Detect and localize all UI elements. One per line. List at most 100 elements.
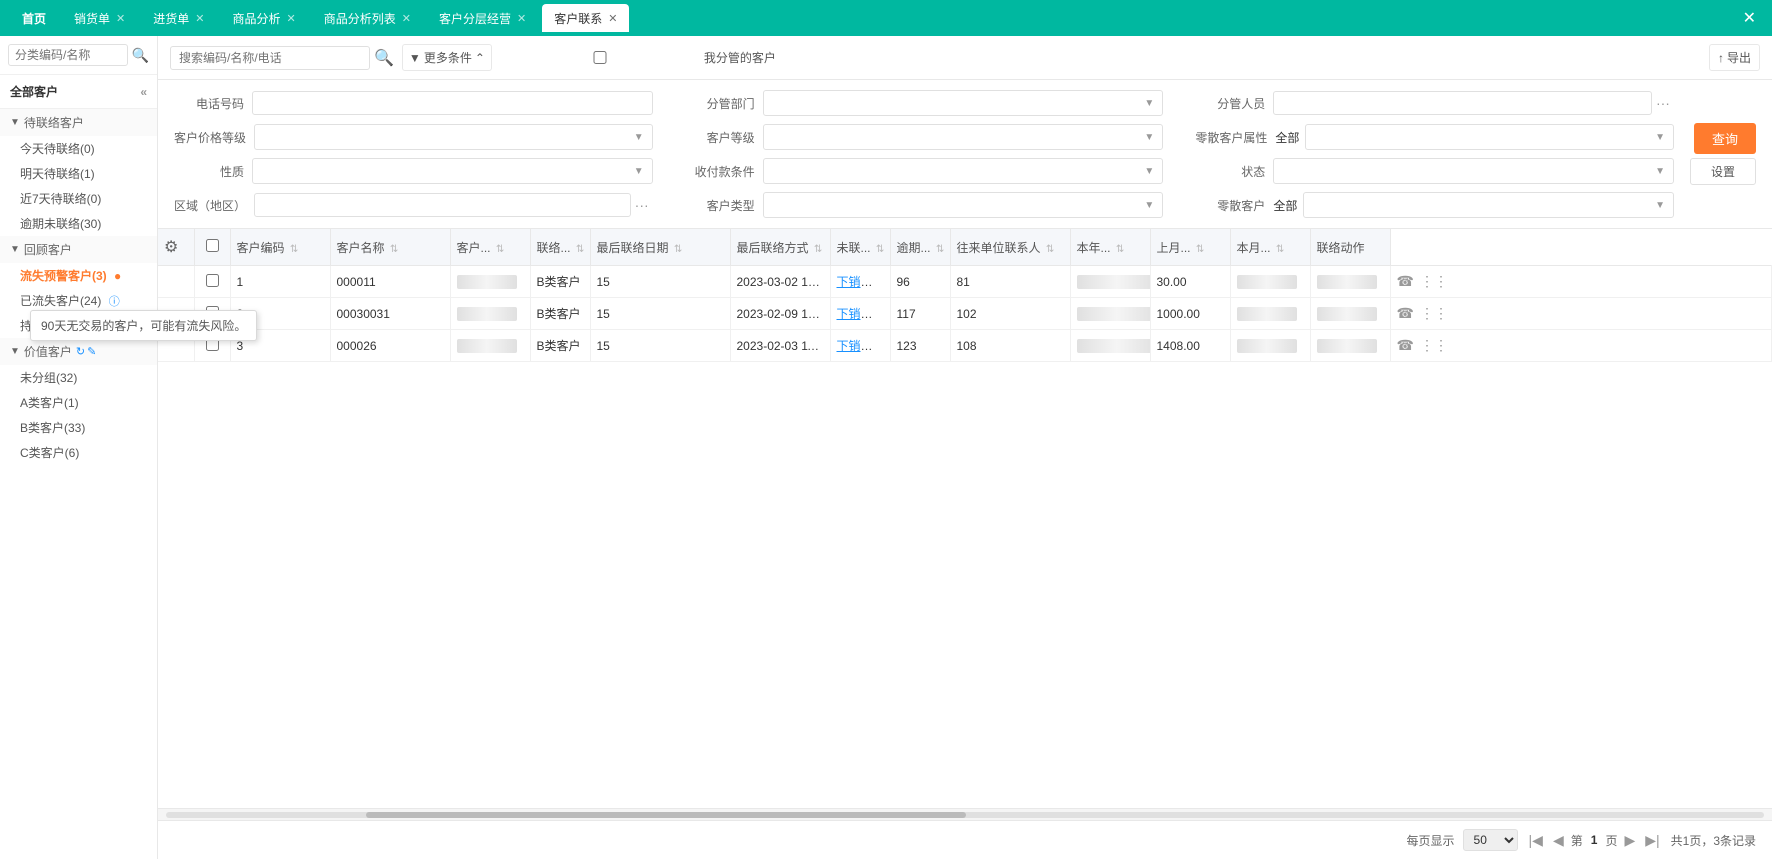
tab-customer-layer-close[interactable]: ✕ <box>517 12 526 25</box>
query-button[interactable]: 查询 <box>1694 123 1756 154</box>
action-more-icon[interactable]: ⋮⋮ <box>1420 273 1448 290</box>
filter-retail-customer-select[interactable]: ▼ <box>1303 192 1674 218</box>
no-contact-sort-icon[interactable]: ⇅ <box>876 244 884 255</box>
sidebar-search-input[interactable] <box>8 44 128 66</box>
name-sort-icon[interactable]: ⇅ <box>390 244 398 255</box>
status-chevron-icon: ▼ <box>1655 166 1665 177</box>
filter-phone-input[interactable] <box>252 91 653 115</box>
this-year-sort-icon[interactable]: ⇅ <box>1116 244 1124 255</box>
select-all-checkbox[interactable] <box>206 239 219 252</box>
filter-price-select[interactable]: ▼ <box>254 124 653 150</box>
last-date-sort-icon[interactable]: ⇅ <box>674 244 682 255</box>
area-more-icon[interactable]: ··· <box>631 197 653 213</box>
type-sort-icon[interactable]: ⇅ <box>496 244 504 255</box>
toolbar-right: ↑ 导出 <box>1709 44 1760 71</box>
overdue-sort-icon[interactable]: ⇅ <box>936 244 944 255</box>
action-phone-icon[interactable]: ☎ <box>1397 305 1414 322</box>
tab-purchase[interactable]: 进货单 ✕ <box>141 4 216 32</box>
scrollbar-thumb[interactable] <box>366 812 966 818</box>
sidebar-item-overdue[interactable]: 逾期未联络(30) <box>0 211 157 236</box>
churn-warning-indicator: ● <box>114 269 121 283</box>
export-button[interactable]: ↑ 导出 <box>1709 44 1760 71</box>
value-group-refresh-icon[interactable]: ↻ <box>76 345 85 358</box>
last-month-sort-icon[interactable]: ⇅ <box>1196 244 1204 255</box>
filter-nature-select[interactable]: ▼ <box>252 158 653 184</box>
window-close-button[interactable]: ✕ <box>1735 8 1764 28</box>
manager-more-icon[interactable]: ··· <box>1652 95 1674 111</box>
unit-contact-sort-icon[interactable]: ⇅ <box>1046 244 1054 255</box>
sidebar-search-icon[interactable]: 🔍 <box>132 47 149 64</box>
action-more-icon[interactable]: ⋮⋮ <box>1420 337 1448 354</box>
action-more-icon[interactable]: ⋮⋮ <box>1420 305 1448 322</box>
filter-retail-attr-select[interactable]: ▼ <box>1305 124 1674 150</box>
tab-purchase-close[interactable]: ✕ <box>195 12 204 25</box>
sidebar-group-value[interactable]: ▼ 价值客户 ↻ ✎ <box>0 338 157 365</box>
tab-customer-contact[interactable]: 客户联系 ✕ <box>542 4 629 32</box>
filter-area-label: 区域（地区） <box>174 197 246 214</box>
prev-page-button[interactable]: ◀ <box>1550 832 1567 849</box>
tab-product-analysis-close[interactable]: ✕ <box>287 12 296 25</box>
tab-customer-contact-close[interactable]: ✕ <box>608 12 617 25</box>
code-sort-icon[interactable]: ⇅ <box>290 244 298 255</box>
filter-customer-type-select[interactable]: ▼ <box>763 192 1164 218</box>
sidebar-item-churn-warning[interactable]: 流失预警客户(3) ● <box>0 263 157 288</box>
filter-level-select[interactable]: ▼ <box>763 124 1164 150</box>
table-row: 2 00030031 B类客户 15 2023-02-09 19:52: 下销货… <box>158 298 1772 330</box>
action-phone-icon[interactable]: ☎ <box>1397 273 1414 290</box>
filter-status-select[interactable]: ▼ <box>1273 158 1674 184</box>
sidebar-item-7days[interactable]: 近7天待联络(0) <box>0 186 157 211</box>
row-checkbox[interactable] <box>206 274 219 287</box>
sidebar-item-a-class[interactable]: A类客户(1) <box>0 390 157 415</box>
sidebar-item-today[interactable]: 今天待联络(0) <box>0 136 157 161</box>
search-button[interactable]: 🔍 <box>374 48 394 68</box>
filter-payment: 收付款条件 ▼ <box>685 158 1164 184</box>
sidebar-group-pending[interactable]: ▼ 待联络客户 <box>0 109 157 136</box>
first-page-button[interactable]: |◀ <box>1526 832 1546 849</box>
column-settings-icon[interactable]: ⚙ <box>164 239 178 256</box>
sidebar-item-c-class[interactable]: C类客户(6) <box>0 440 157 465</box>
settings-button[interactable]: 设置 <box>1690 158 1756 185</box>
last-page-button[interactable]: ▶| <box>1642 832 1662 849</box>
row-last-method: 下销货单 <box>830 330 890 362</box>
tab-product-list[interactable]: 商品分析列表 ✕ <box>312 4 423 32</box>
sidebar-item-ungrouped[interactable]: 未分组(32) <box>0 365 157 390</box>
sidebar-item-tomorrow[interactable]: 明天待联络(1) <box>0 161 157 186</box>
next-page-button[interactable]: ▶ <box>1621 832 1638 849</box>
th-checkbox <box>194 229 230 266</box>
filter-retail-customer: 零散客户 全部 ▼ <box>1195 192 1674 218</box>
my-customers-label: 我分管的客户 <box>704 49 776 66</box>
sidebar-item-b-class[interactable]: B类客户(33) <box>0 415 157 440</box>
page-size-select[interactable]: 50 100 200 <box>1463 829 1518 851</box>
tab-product-list-close[interactable]: ✕ <box>402 12 411 25</box>
tab-home[interactable]: 首页 <box>10 4 58 32</box>
row-this-year: 1000.00 <box>1150 298 1230 330</box>
more-filter-button[interactable]: ▼ 更多条件 ⌃ <box>402 44 492 71</box>
filter-area-input[interactable] <box>254 193 631 217</box>
action-phone-icon[interactable]: ☎ <box>1397 337 1414 354</box>
tab-customer-layer[interactable]: 客户分层经营 ✕ <box>427 4 538 32</box>
filter-manager-input[interactable] <box>1273 91 1652 115</box>
row-last-date: 2023-02-09 19:52: <box>730 298 830 330</box>
last-method-sort-icon[interactable]: ⇅ <box>814 244 822 255</box>
my-customers-checkbox-label[interactable]: 我分管的客户 <box>500 49 776 66</box>
row-this-month <box>1310 266 1390 298</box>
horizontal-scrollbar[interactable] <box>158 808 1772 820</box>
row-unit-contact <box>1070 298 1150 330</box>
tab-sales-close[interactable]: ✕ <box>116 12 125 25</box>
filter-retail-customer-label: 零散客户 <box>1195 197 1265 214</box>
my-customers-checkbox[interactable] <box>500 51 700 64</box>
filter-row-3: 性质 ▼ 收付款条件 ▼ <box>174 158 1674 184</box>
filter-dept-select[interactable]: ▼ <box>763 90 1164 116</box>
sidebar-group-review[interactable]: ▼ 回顾客户 <box>0 236 157 263</box>
sidebar-all-customers-label: 全部客户 <box>10 83 58 100</box>
this-month-sort-icon[interactable]: ⇅ <box>1276 244 1284 255</box>
filter-payment-select[interactable]: ▼ <box>763 158 1164 184</box>
search-input[interactable] <box>170 46 370 70</box>
tab-product-analysis[interactable]: 商品分析 ✕ <box>220 4 307 32</box>
row-no-contact: 123 <box>890 330 950 362</box>
sidebar-all-customers[interactable]: 全部客户 « <box>0 75 157 109</box>
sidebar-collapse-icon[interactable]: « <box>140 85 147 99</box>
contact-sort-icon[interactable]: ⇅ <box>576 244 584 255</box>
value-group-edit-icon[interactable]: ✎ <box>87 345 96 358</box>
tab-sales[interactable]: 销货单 ✕ <box>62 4 137 32</box>
